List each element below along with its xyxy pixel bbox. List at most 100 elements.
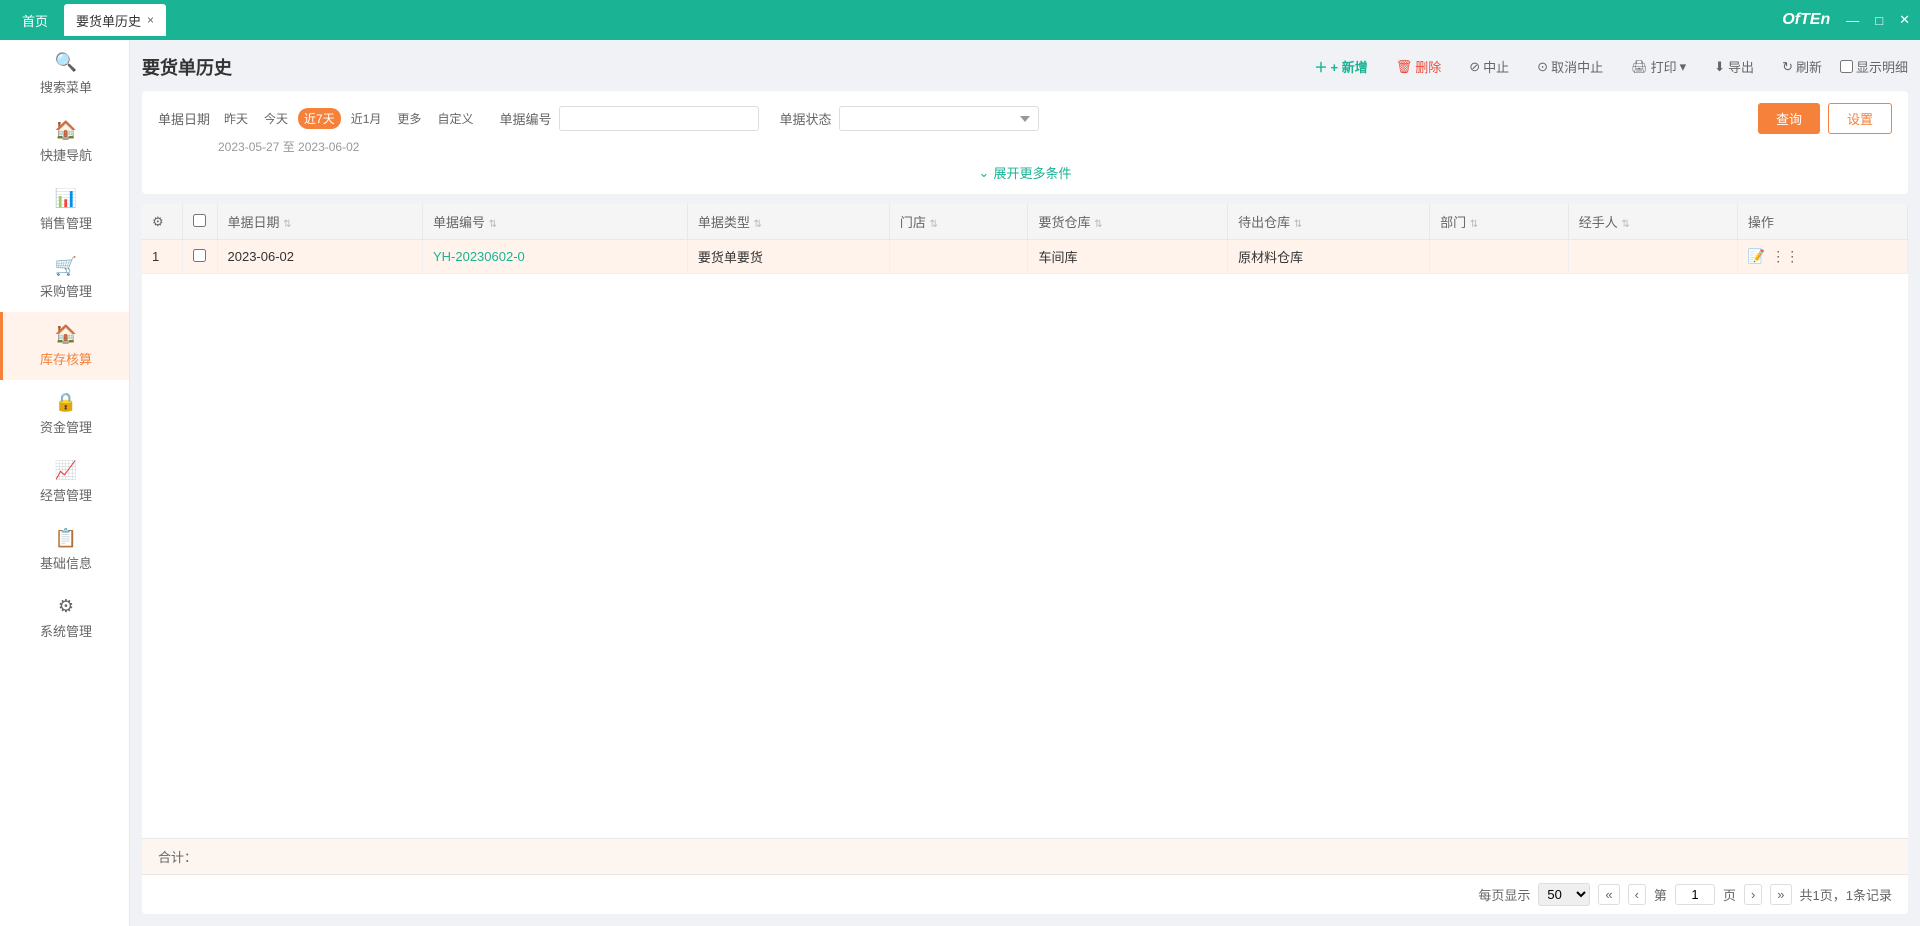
quick-nav-icon: 🏠	[55, 120, 77, 141]
table-container: ⚙ 单据日期 ⇅ 单据编号 ⇅	[142, 204, 1908, 914]
order-no-label: 单据编号	[499, 109, 551, 128]
more-icon[interactable]: ⋮⋮	[1771, 248, 1799, 265]
order-no-input[interactable]	[559, 106, 759, 131]
content-area: 要货单历史 ＋ + 新增 🗑 删除 ⊘ 中止 ⊙ 取消中止	[130, 40, 1920, 926]
sidebar-item-inventory[interactable]: 🏠 库存核算	[0, 312, 129, 380]
col-order-type[interactable]: 单据类型 ⇅	[687, 204, 889, 240]
tab-home[interactable]: 首页	[10, 4, 60, 36]
export-icon: ⬇	[1714, 59, 1725, 75]
data-table: ⚙ 单据日期 ⇅ 单据编号 ⇅	[142, 204, 1908, 274]
select-all-checkbox[interactable]	[193, 214, 206, 227]
col-handler[interactable]: 经手人 ⇅	[1568, 204, 1737, 240]
print-dropdown-icon: ▾	[1680, 59, 1687, 75]
col-settings[interactable]: ⚙	[142, 204, 182, 240]
new-button[interactable]: ＋ + 新增	[1304, 52, 1377, 81]
col-action: 操作	[1737, 204, 1907, 240]
basic-info-icon: 📋	[55, 528, 77, 549]
sort-pending-warehouse-icon: ⇅	[1294, 219, 1302, 230]
edit-icon[interactable]: 📝	[1748, 248, 1765, 265]
sort-req-warehouse-icon: ⇅	[1094, 219, 1102, 230]
filter-row-1: 单据日期 昨天 今天 近7天 近1月 更多 自定义 单据编号	[158, 103, 1892, 134]
show-detail-checkbox[interactable]	[1840, 60, 1853, 73]
order-status-label: 单据状态	[779, 109, 831, 128]
sidebar-label-inventory: 库存核算	[40, 349, 92, 368]
main-layout: 🔍 搜索菜单 🏠 快捷导航 📊 销售管理 🛒 采购管理 🏠 库存核算 🔒 资金管…	[0, 40, 1920, 926]
sidebar-label-sales-mgmt: 销售管理	[40, 213, 92, 232]
print-button[interactable]: 🖨 打印 ▾	[1621, 52, 1696, 81]
show-detail-label: 显示明细	[1856, 57, 1908, 76]
settings-button[interactable]: 设置	[1828, 103, 1892, 134]
refresh-button[interactable]: ↻ 刷新	[1772, 52, 1832, 81]
per-page-select[interactable]: 50 10 20 100	[1538, 883, 1590, 906]
date-today[interactable]: 今天	[258, 108, 294, 129]
first-page-button[interactable]: «	[1598, 884, 1619, 905]
next-page-button[interactable]: ›	[1744, 884, 1762, 905]
sidebar-item-basic-info[interactable]: 📋 基础信息	[0, 516, 129, 584]
col-department[interactable]: 部门 ⇅	[1430, 204, 1569, 240]
sidebar-label-quick-nav: 快捷导航	[40, 145, 92, 164]
maximize-icon[interactable]: □	[1875, 13, 1883, 28]
export-button[interactable]: ⬇ 导出	[1704, 52, 1764, 81]
sidebar: 🔍 搜索菜单 🏠 快捷导航 📊 销售管理 🛒 采购管理 🏠 库存核算 🔒 资金管…	[0, 40, 130, 926]
table-row: 1 2023-06-02 YH-20230602-0 要货单要货 车间库	[142, 240, 1908, 274]
date-custom[interactable]: 自定义	[431, 108, 479, 129]
per-page-label: 每页显示	[1478, 885, 1530, 904]
last-page-button[interactable]: »	[1770, 884, 1791, 905]
sort-department-icon: ⇅	[1470, 219, 1478, 230]
order-no-link[interactable]: YH-20230602-0	[433, 249, 525, 264]
sidebar-item-operations-mgmt[interactable]: 📈 经营管理	[0, 448, 129, 516]
tab-requisition-history[interactable]: 要货单历史 ×	[64, 4, 166, 36]
date-last7days[interactable]: 近7天	[298, 108, 341, 129]
stop-button[interactable]: ⊘ 中止	[1459, 52, 1519, 81]
page-title: 要货单历史	[142, 54, 232, 80]
page-input[interactable]	[1675, 884, 1715, 905]
cancel-stop-button[interactable]: ⊙ 取消中止	[1527, 52, 1613, 81]
refresh-icon: ↻	[1782, 59, 1793, 75]
delete-button[interactable]: 🗑 删除	[1386, 52, 1452, 81]
print-label: 打印	[1651, 57, 1677, 76]
table-footer: 合计：	[142, 838, 1908, 874]
expand-more[interactable]: ⌄ 展开更多条件	[158, 163, 1892, 182]
date-yesterday[interactable]: 昨天	[218, 108, 254, 129]
col-req-warehouse[interactable]: 要货仓库 ⇅	[1028, 204, 1228, 240]
sidebar-item-search-menu[interactable]: 🔍 搜索菜单	[0, 40, 129, 108]
search-menu-icon: 🔍	[55, 52, 77, 73]
row-department	[1430, 240, 1569, 274]
sidebar-item-purchase-mgmt[interactable]: 🛒 采购管理	[0, 244, 129, 312]
close-icon[interactable]: ✕	[1899, 12, 1910, 28]
sidebar-item-finance-mgmt[interactable]: 🔒 资金管理	[0, 380, 129, 448]
order-status-filter: 单据状态	[779, 106, 1039, 131]
row-select-checkbox[interactable]	[193, 249, 206, 262]
order-status-select[interactable]	[839, 106, 1039, 131]
col-date[interactable]: 单据日期 ⇅	[217, 204, 422, 240]
total-info: 共1页，1条记录	[1800, 885, 1892, 904]
row-index: 1	[142, 240, 182, 274]
row-date: 2023-06-02	[217, 240, 422, 274]
sidebar-item-sales-mgmt[interactable]: 📊 销售管理	[0, 176, 129, 244]
show-detail-toggle[interactable]: 显示明细	[1840, 57, 1908, 76]
sort-store-icon: ⇅	[929, 219, 937, 230]
prev-page-button[interactable]: ‹	[1628, 884, 1646, 905]
sidebar-label-finance-mgmt: 资金管理	[40, 417, 92, 436]
query-button[interactable]: 查询	[1758, 103, 1820, 134]
date-last1month[interactable]: 近1月	[345, 108, 388, 129]
minimize-icon[interactable]: —	[1846, 13, 1859, 28]
sidebar-item-quick-nav[interactable]: 🏠 快捷导航	[0, 108, 129, 176]
col-store[interactable]: 门店 ⇅	[889, 204, 1028, 240]
total-label: 合计：	[158, 847, 197, 866]
pagination-bar: 每页显示 50 10 20 100 « ‹ 第 页 › » 共1页，1条记录	[142, 874, 1908, 914]
expand-more-icon: ⌄	[979, 165, 990, 181]
date-more[interactable]: 更多	[391, 108, 427, 129]
export-label: 导出	[1728, 57, 1754, 76]
sidebar-item-system-mgmt[interactable]: ⚙ 系统管理	[0, 584, 129, 652]
print-icon: 🖨	[1631, 59, 1648, 75]
col-pending-warehouse[interactable]: 待出仓库 ⇅	[1228, 204, 1430, 240]
row-order-no: YH-20230602-0	[422, 240, 687, 274]
col-order-no[interactable]: 单据编号 ⇅	[422, 204, 687, 240]
system-mgmt-icon: ⚙	[58, 596, 74, 617]
page-label: 第	[1654, 885, 1667, 904]
row-order-type: 要货单要货	[687, 240, 889, 274]
sort-handler-icon: ⇅	[1621, 219, 1629, 230]
sidebar-label-search-menu: 搜索菜单	[40, 77, 92, 96]
tab-close-icon[interactable]: ×	[147, 13, 154, 27]
